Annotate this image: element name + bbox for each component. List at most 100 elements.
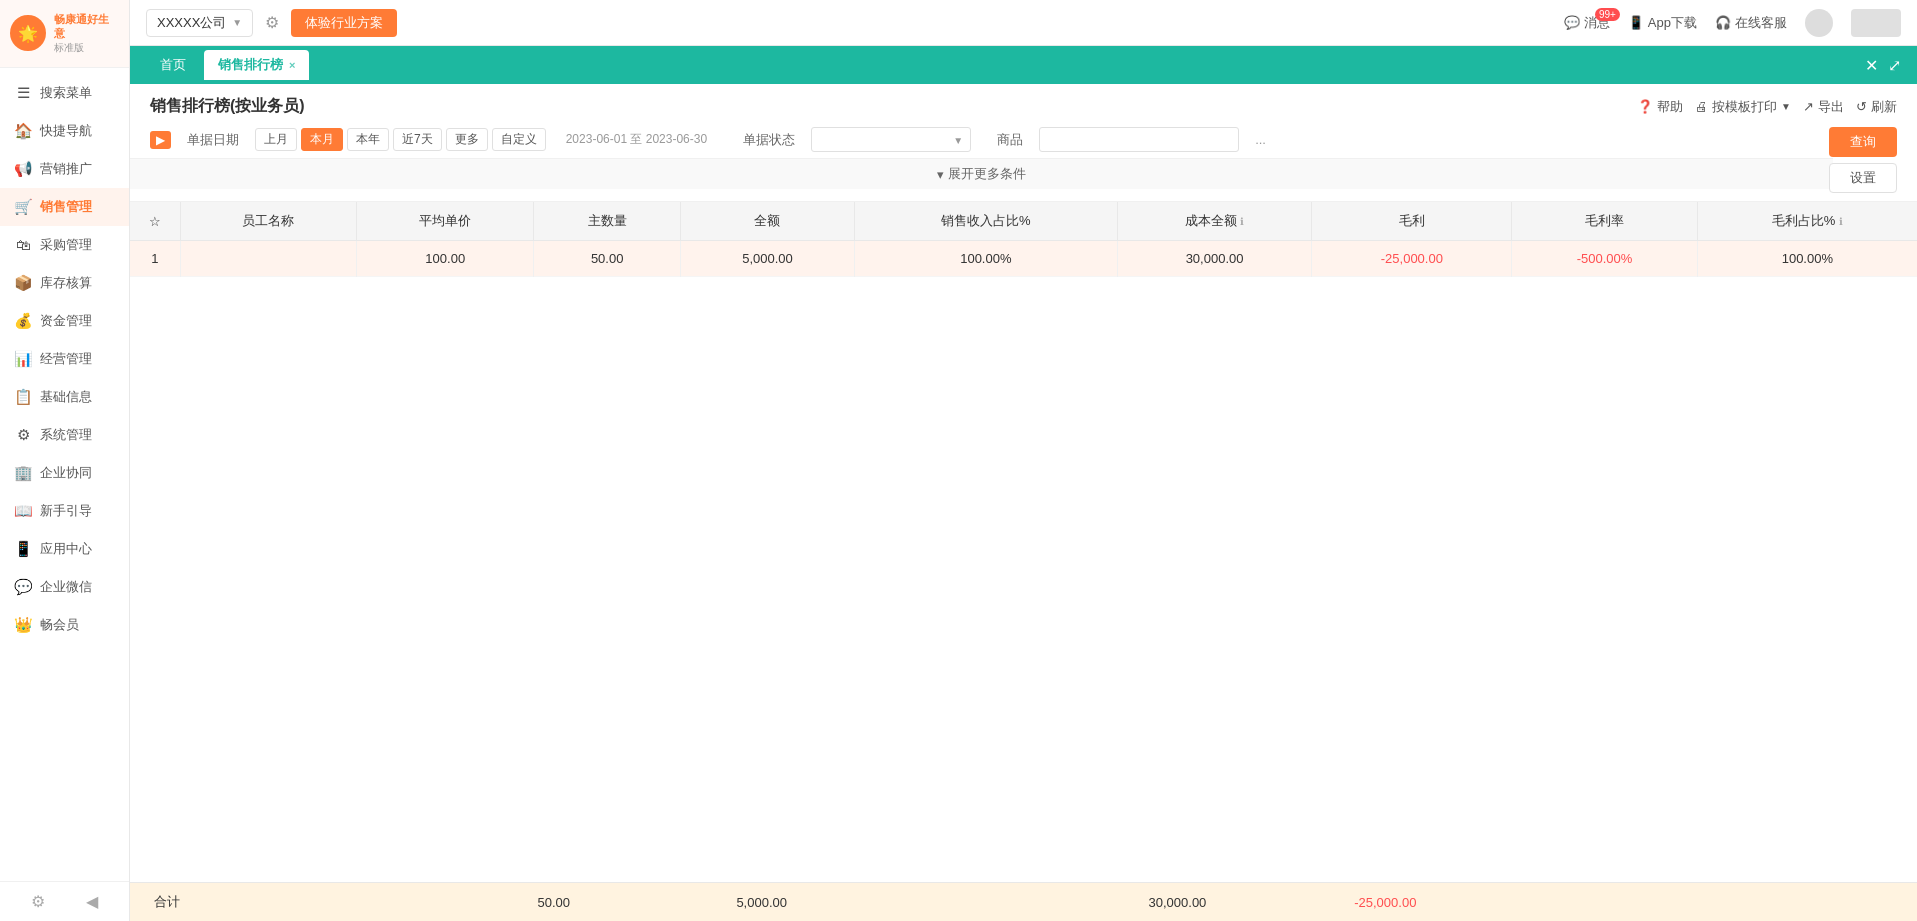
sidebar-item-label: 采购管理 xyxy=(40,236,92,254)
status-select[interactable] xyxy=(811,127,971,152)
cell-name xyxy=(180,241,357,277)
sidebar-item-marketing[interactable]: 📢 营销推广 xyxy=(0,150,129,188)
col-name: 员工名称 xyxy=(180,202,357,241)
window-close-icon[interactable]: ✕ xyxy=(1865,56,1878,75)
export-button[interactable]: ↗ 导出 xyxy=(1803,98,1844,116)
sidebar-logo: 🌟 畅康通好生意 标准版 xyxy=(0,0,129,68)
query-button[interactable]: 查询 xyxy=(1829,127,1897,157)
sidebar-item-enterprise[interactable]: 🏢 企业协同 xyxy=(0,454,129,492)
export-label: 导出 xyxy=(1818,98,1844,116)
col-sales-pct: 销售收入占比% xyxy=(854,202,1117,241)
message-group[interactable]: 💬 消息 99+ xyxy=(1564,14,1610,32)
date-btn-this-month[interactable]: 本月 xyxy=(301,128,343,151)
date-btn-custom[interactable]: 自定义 xyxy=(492,128,546,151)
headset-icon: 🎧 xyxy=(1715,15,1731,30)
filter-row-1: ▶ 单据日期 上月 本月 本年 近7天 更多 自定义 2023-06-01 至 … xyxy=(150,127,1813,152)
refresh-button[interactable]: ↺ 刷新 xyxy=(1856,98,1897,116)
sidebar-item-purchase[interactable]: 🛍 采购管理 xyxy=(0,226,129,264)
header-settings-icon[interactable]: ⚙ xyxy=(265,13,279,32)
date-btn-last-month[interactable]: 上月 xyxy=(255,128,297,151)
avatar[interactable] xyxy=(1805,9,1833,37)
col-cost: 成本全额 ℹ xyxy=(1117,202,1311,241)
table-body: 1 100.00 50.00 5,000.00 100.00% 30,000.0… xyxy=(130,241,1917,277)
company-selector[interactable]: XXXXX公司 ▼ xyxy=(146,9,253,37)
sidebar-item-wechat[interactable]: 💬 企业微信 xyxy=(0,568,129,606)
expand-down-icon: ▾ xyxy=(937,167,944,182)
cell-margin: -500.00% xyxy=(1512,241,1697,277)
message-icon: 💬 xyxy=(1564,15,1580,30)
member-icon: 👑 xyxy=(14,616,32,634)
collapse-icon[interactable]: ◀ xyxy=(86,892,98,911)
sidebar-item-appstore[interactable]: 📱 应用中心 xyxy=(0,530,129,568)
more-options-btn[interactable]: ... xyxy=(1255,132,1266,147)
profit-pct-help-icon: ℹ xyxy=(1839,216,1843,227)
tab-sales-rank[interactable]: 销售排行榜 × xyxy=(204,50,309,80)
goods-input[interactable] xyxy=(1039,127,1239,152)
logo-icon: 🌟 xyxy=(10,15,46,51)
online-service-label: 在线客服 xyxy=(1735,14,1787,32)
wechat-icon: 💬 xyxy=(14,578,32,596)
sidebar-item-inventory[interactable]: 📦 库存核算 xyxy=(0,264,129,302)
expand-section: ▾ 展开更多条件 xyxy=(130,158,1833,189)
sidebar-item-sales[interactable]: 🛒 销售管理 xyxy=(0,188,129,226)
table-footer: 合计 50.00 5,000.00 30,000.00 -25,000.00 xyxy=(130,882,1917,921)
help-button[interactable]: ❓ 帮助 xyxy=(1637,98,1683,116)
sidebar-item-label: 企业微信 xyxy=(40,578,92,596)
footer-label: 合计 xyxy=(142,893,242,911)
chevron-down-icon: ▼ xyxy=(232,17,242,28)
app-download-label: App下载 xyxy=(1648,14,1697,32)
col-margin: 毛利率 xyxy=(1512,202,1697,241)
footer-cost: 30,000.00 xyxy=(1074,895,1282,910)
help-icon: ❓ xyxy=(1637,99,1653,114)
sidebar-item-label: 库存核算 xyxy=(40,274,92,292)
action-buttons: 查询 设置 xyxy=(1829,127,1897,193)
tab-bar-right: ✕ ⤢ xyxy=(1865,56,1901,75)
help-label: 帮助 xyxy=(1657,98,1683,116)
cell-rank: 1 xyxy=(130,241,180,277)
sidebar-item-label: 应用中心 xyxy=(40,540,92,558)
table-area: ☆ 员工名称 平均单价 主数量 全额 xyxy=(130,202,1917,882)
table-row: 1 100.00 50.00 5,000.00 100.00% 30,000.0… xyxy=(130,241,1917,277)
system-icon: ⚙ xyxy=(14,426,32,444)
search-menu-icon: ☰ xyxy=(14,84,32,102)
date-btn-more[interactable]: 更多 xyxy=(446,128,488,151)
sidebar-item-shortcut[interactable]: 🏠 快捷导航 xyxy=(0,112,129,150)
online-service-group[interactable]: 🎧 在线客服 xyxy=(1715,14,1787,32)
date-btn-7days[interactable]: 近7天 xyxy=(393,128,442,151)
sidebar-item-label: 基础信息 xyxy=(40,388,92,406)
tab-home[interactable]: 首页 xyxy=(146,50,200,80)
sidebar-item-finance[interactable]: 💰 资金管理 xyxy=(0,302,129,340)
sidebar-item-newbie[interactable]: 📖 新手引导 xyxy=(0,492,129,530)
sidebar-item-label: 新手引导 xyxy=(40,502,92,520)
user-name-area xyxy=(1851,9,1901,37)
col-avg-price: 平均单价 xyxy=(357,202,534,241)
expand-conditions-btn[interactable]: ▾ 展开更多条件 xyxy=(937,165,1026,183)
page-title-row: 销售排行榜(按业务员) ❓ 帮助 🖨 按模板打印 ▼ ↗ xyxy=(150,96,1897,117)
print-button[interactable]: 🖨 按模板打印 ▼ xyxy=(1695,98,1791,116)
sidebar-item-operations[interactable]: 📊 经营管理 xyxy=(0,340,129,378)
settings-bottom-icon[interactable]: ⚙ xyxy=(31,892,45,911)
window-expand-icon[interactable]: ⤢ xyxy=(1888,56,1901,75)
inventory-icon: 📦 xyxy=(14,274,32,292)
sidebar-item-label: 营销推广 xyxy=(40,160,92,178)
sidebar-nav: ☰ 搜索菜单 🏠 快捷导航 📢 营销推广 🛒 销售管理 🛍 采购管理 📦 库存核… xyxy=(0,68,129,881)
goods-filter-label: 商品 xyxy=(997,131,1023,149)
settings-button[interactable]: 设置 xyxy=(1829,163,1897,193)
sidebar-item-label: 畅会员 xyxy=(40,616,79,634)
tab-home-label: 首页 xyxy=(160,56,186,74)
sidebar-item-system[interactable]: ⚙ 系统管理 xyxy=(0,416,129,454)
finance-icon: 💰 xyxy=(14,312,32,330)
sidebar-item-member[interactable]: 👑 畅会员 xyxy=(0,606,129,644)
company-name: XXXXX公司 xyxy=(157,14,226,32)
sidebar-item-search[interactable]: ☰ 搜索菜单 xyxy=(0,74,129,112)
sidebar-item-basics[interactable]: 📋 基础信息 xyxy=(0,378,129,416)
tab-close-icon[interactable]: × xyxy=(289,59,295,71)
date-btn-this-year[interactable]: 本年 xyxy=(347,128,389,151)
sidebar: 🌟 畅康通好生意 标准版 ☰ 搜索菜单 🏠 快捷导航 📢 营销推广 🛒 销售管理… xyxy=(0,0,130,921)
sidebar-item-label: 销售管理 xyxy=(40,198,92,216)
col-amount: 全额 xyxy=(681,202,855,241)
trial-button[interactable]: 体验行业方案 xyxy=(291,9,397,37)
app-download-group[interactable]: 📱 App下载 xyxy=(1628,14,1697,32)
sidebar-item-label: 快捷导航 xyxy=(40,122,92,140)
filter-expand-arrow[interactable]: ▶ xyxy=(150,131,171,149)
